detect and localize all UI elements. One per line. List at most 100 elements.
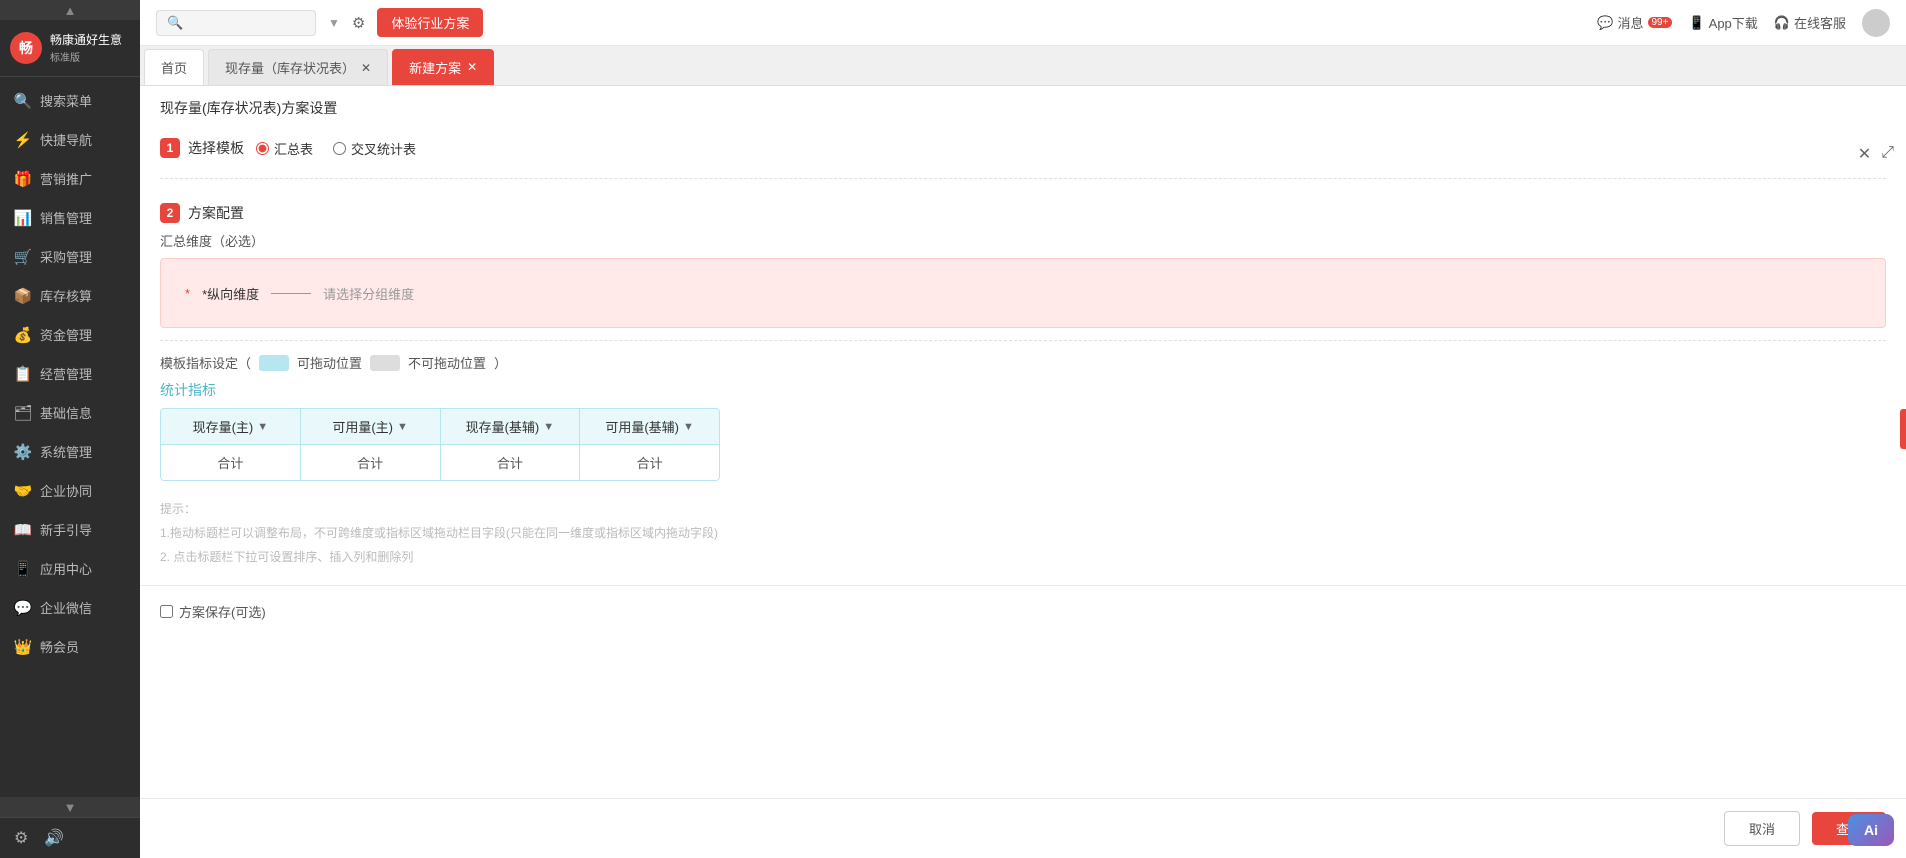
sound-footer-icon[interactable]: 🔊 (44, 828, 64, 848)
settings-footer-icon[interactable]: ⚙ (14, 828, 28, 848)
tabbar: 首页 现存量（库存状况表） ✕ 新建方案 ✕ (140, 46, 1906, 86)
footer-actions: 取消 查询 (140, 798, 1906, 858)
step1-title: 选择模板 (188, 138, 244, 158)
tab-new-plan[interactable]: 新建方案 ✕ (392, 49, 494, 85)
stats-table-header-row: 现存量(主) ▼ 可用量(主) ▼ 现存量(基辅) ▼ 可用量(基辅) (161, 409, 719, 444)
sidebar-item-app-center[interactable]: 📱 应用中心 (0, 549, 140, 588)
stats-cell-2: 合计 (441, 445, 581, 480)
non-draggable-label: 不可拖动位置 (408, 353, 486, 372)
stats-header: 统计指标 (160, 380, 1886, 400)
avatar[interactable] (1862, 9, 1890, 37)
stats-col-1-chevron[interactable]: ▼ (397, 421, 408, 433)
close-window-icon[interactable]: ✕ (1858, 144, 1871, 164)
stats-col-1-label: 可用量(主) (332, 417, 393, 436)
sidebar-item-label: 快捷导航 (40, 130, 92, 149)
radio-cross[interactable]: 交叉统计表 (333, 139, 416, 158)
sidebar-item-label: 采购管理 (40, 247, 92, 266)
stats-col-2-chevron[interactable]: ▼ (543, 421, 554, 433)
tab-new-plan-close-icon[interactable]: ✕ (467, 60, 477, 74)
stats-col-2[interactable]: 现存量(基辅) ▼ (441, 409, 581, 444)
sidebar-item-inventory[interactable]: 📦 库存核算 (0, 276, 140, 315)
tab-home-label: 首页 (161, 58, 187, 77)
tips-title: 提示： (160, 502, 196, 516)
sidebar-item-basic-info[interactable]: 🗂 基础信息 (0, 393, 140, 432)
sidebar-item-system[interactable]: ⚙️ 系统管理 (0, 432, 140, 471)
sidebar-item-label: 基础信息 (40, 403, 92, 422)
dimension-label: 汇总维度（必选） (160, 231, 1886, 250)
sales-icon: 📊 (14, 209, 32, 227)
app-name-block: 畅康通好生意 标准版 (50, 32, 122, 64)
template-settings: 模板指标设定（ 可拖动位置 不可拖动位置 ） (160, 353, 1886, 372)
sidebar-item-sales[interactable]: 📊 销售管理 (0, 198, 140, 237)
radio-summary-input[interactable] (256, 142, 269, 155)
sidebar-item-purchase[interactable]: 🛒 采购管理 (0, 237, 140, 276)
sidebar-scroll-up[interactable]: ▲ (0, 0, 140, 20)
sidebar-item-wechat[interactable]: 💬 企业微信 (0, 588, 140, 627)
dimension-separator-line (271, 293, 311, 294)
topbar-gear-icon[interactable]: ⚙ (352, 14, 365, 32)
operations-icon: 📋 (14, 365, 32, 383)
sidebar-item-member[interactable]: 👑 畅会员 (0, 627, 140, 666)
divider1 (160, 178, 1886, 179)
save-checkbox[interactable] (160, 605, 173, 618)
radio-summary[interactable]: 汇总表 (256, 139, 313, 158)
sidebar: ▲ 畅 畅康通好生意 标准版 🔍 搜索菜单 ⚡ 快捷导航 🎁 营销推广 📊 销售… (0, 0, 140, 858)
stats-col-0-label: 现存量(主) (193, 417, 254, 436)
main-area: 🔍 ▼ ⚙ 体验行业方案 💬 消息 99+ 📱 App下载 🎧 在线客服 (140, 0, 1906, 858)
basic-info-icon: 🗂 (14, 404, 32, 422)
stats-col-0[interactable]: 现存量(主) ▼ (161, 409, 301, 444)
sidebar-item-label: 搜索菜单 (40, 91, 92, 110)
online-service-label: 在线客服 (1794, 13, 1846, 32)
message-btn[interactable]: 💬 消息 99+ (1597, 13, 1672, 32)
marketing-icon: 🎁 (14, 170, 32, 188)
sidebar-item-marketing[interactable]: 🎁 营销推广 (0, 159, 140, 198)
sidebar-item-label: 新手引导 (40, 520, 92, 539)
sidebar-item-quick-nav[interactable]: ⚡ 快捷导航 (0, 120, 140, 159)
online-service-btn[interactable]: 🎧 在线客服 (1774, 13, 1846, 32)
enterprise-icon: 🤝 (14, 482, 32, 500)
sidebar-item-guide[interactable]: 📖 新手引导 (0, 510, 140, 549)
sidebar-item-finance[interactable]: 💰 资金管理 (0, 315, 140, 354)
tab-inventory-close-icon[interactable]: ✕ (361, 61, 371, 75)
trial-btn[interactable]: 体验行业方案 (377, 8, 483, 37)
step2-badge: 2 (160, 203, 180, 223)
cancel-button[interactable]: 取消 (1724, 811, 1800, 846)
stats-col-3[interactable]: 可用量(基辅) ▼ (580, 409, 719, 444)
topbar-search-box[interactable]: 🔍 (156, 10, 316, 36)
stats-col-1[interactable]: 可用量(主) ▼ (301, 409, 441, 444)
radio-cross-input[interactable] (333, 142, 346, 155)
app-download-icon: 📱 (1688, 15, 1704, 31)
step1-section: 1 选择模板 汇总表 交叉统计表 (140, 126, 1906, 585)
step1-badge: 1 (160, 138, 180, 158)
app-center-icon: 📱 (14, 560, 32, 578)
stats-col-3-chevron[interactable]: ▼ (683, 421, 694, 433)
step1-header: 1 选择模板 汇总表 交叉统计表 (160, 126, 1886, 166)
ai-button[interactable]: Ai (1848, 814, 1894, 846)
message-icon: 💬 (1597, 15, 1613, 31)
sidebar-item-operations[interactable]: 📋 经营管理 (0, 354, 140, 393)
tab-inventory-status[interactable]: 现存量（库存状况表） ✕ (208, 49, 388, 85)
sidebar-item-label: 应用中心 (40, 559, 92, 578)
stats-col-0-chevron[interactable]: ▼ (257, 421, 268, 433)
topbar-chevron-icon[interactable]: ▼ (328, 16, 340, 30)
right-edge-handle[interactable] (1900, 409, 1906, 449)
stats-col-3-label: 可用量(基辅) (605, 417, 679, 436)
save-option[interactable]: 方案保存(可选) (160, 602, 1886, 621)
sidebar-item-label: 畅会员 (40, 637, 79, 656)
divider2 (160, 340, 1886, 341)
non-draggable-indicator (370, 355, 400, 371)
draggable-label: 可拖动位置 (297, 353, 362, 372)
member-icon: 👑 (14, 638, 32, 656)
search-input[interactable] (189, 16, 289, 30)
tab-home[interactable]: 首页 (144, 49, 204, 85)
sidebar-item-search-menu[interactable]: 🔍 搜索菜单 (0, 81, 140, 120)
sidebar-scroll-down[interactable]: ▼ (0, 797, 140, 817)
sidebar-item-enterprise[interactable]: 🤝 企业协同 (0, 471, 140, 510)
expand-window-icon[interactable]: ⤢ (1881, 144, 1894, 164)
app-badge: 标准版 (50, 49, 122, 64)
app-download-btn[interactable]: 📱 App下载 (1688, 13, 1757, 32)
guide-icon: 📖 (14, 521, 32, 539)
step2-title: 方案配置 (188, 203, 244, 223)
content-area: 现存量(库存状况表)方案设置 ✕ ⤢ 1 选择模板 汇总表 (140, 86, 1906, 858)
template-radio-group: 汇总表 交叉统计表 (256, 139, 416, 158)
